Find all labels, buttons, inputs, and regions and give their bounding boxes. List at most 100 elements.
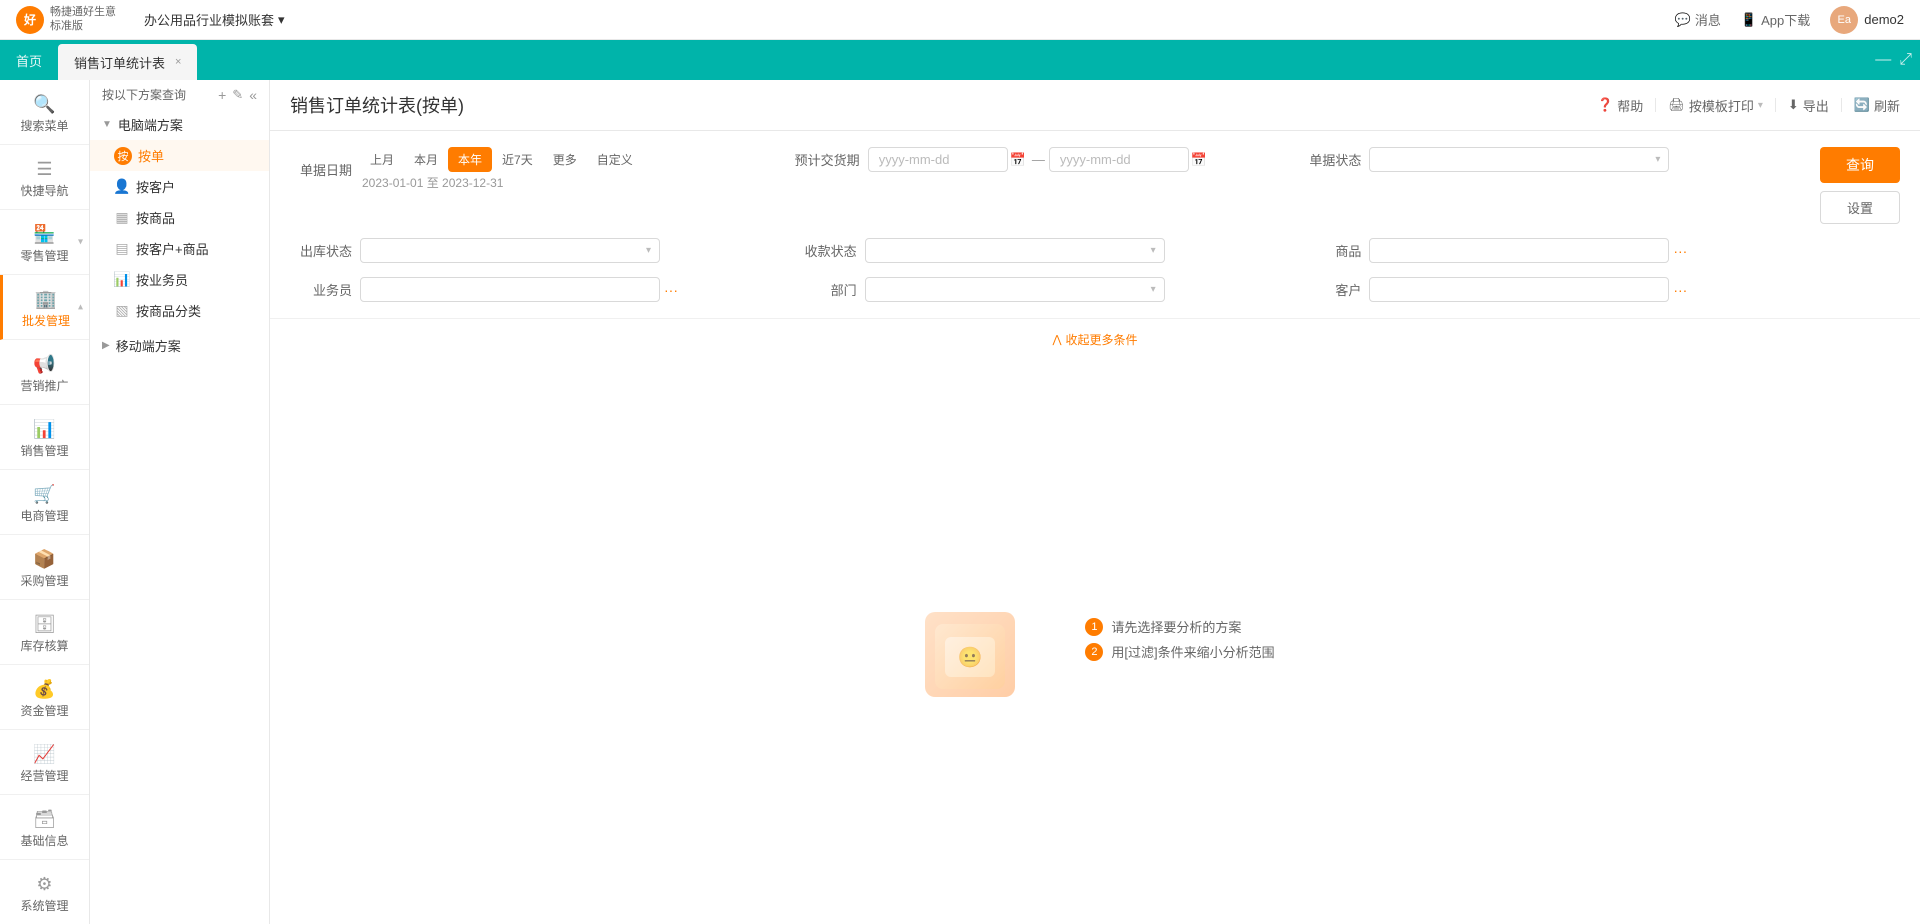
date-buttons: 上月 本月 本年 近7天 更多 自定义	[360, 147, 643, 172]
ship-status-select[interactable]: 全部 未出库 部分出库 已出库	[361, 239, 659, 262]
tab-sales-order[interactable]: 销售订单统计表 ×	[58, 44, 197, 80]
people-icon: 👤	[114, 179, 130, 195]
salesman-label: 业务员	[290, 280, 360, 299]
ship-status-group: 出库状态 全部 未出库 部分出库 已出库 ▾	[290, 238, 795, 263]
bar-icon: 📊	[114, 272, 130, 288]
payment-status-select[interactable]: 全部 未收款 部分收款 已收款	[866, 239, 1164, 262]
refresh-btn[interactable]: 🔄 刷新	[1854, 96, 1900, 115]
tree-item-by-goods[interactable]: ▦ 按商品	[90, 202, 269, 233]
help-btn[interactable]: ❓ 帮助	[1597, 96, 1643, 115]
date-controls: 上月 本月 本年 近7天 更多 自定义 2023-01-01 至 2023-12…	[360, 147, 643, 191]
tab-maximize-btn[interactable]: ⤢	[1899, 51, 1912, 69]
dept-select[interactable]: 全部	[866, 278, 1164, 301]
tree-item-by-salesman[interactable]: 📊 按业务员	[90, 264, 269, 295]
date-separator: —	[1032, 152, 1045, 167]
tab-home[interactable]: 首页	[0, 40, 58, 80]
status-filter-group: 单据状态 全部 草稿 审核中 已审核 ▾	[1299, 147, 1804, 172]
grid3-icon: ▧	[114, 303, 130, 319]
tree-item-by-customer-goods[interactable]: ▤ 按客户+商品	[90, 233, 269, 264]
tree-item-by-category[interactable]: ▧ 按商品分类	[90, 295, 269, 326]
sidebar-item-wholesale[interactable]: 🏢 批发管理 ▴	[0, 275, 89, 340]
customer-dots-btn[interactable]: ···	[1673, 282, 1687, 298]
sidebar-item-quicknav[interactable]: ☰ 快捷导航	[0, 145, 89, 210]
cal-icon-left[interactable]: 📅	[1010, 152, 1026, 168]
tree-section: ▼ 电脑端方案 按 按单 👤 按客户 ▦ 按商品 ▤ 按客户+商品 📊	[90, 109, 269, 326]
industry-selector[interactable]: 办公用品行业模拟账套 ▾	[144, 10, 285, 29]
sidebar-item-sales[interactable]: 📊 销售管理	[0, 405, 89, 470]
empty-step-1: 1 请先选择要分析的方案	[1085, 617, 1274, 636]
add-scheme-btn[interactable]: +	[218, 87, 226, 103]
main-layout: 🔍 搜索菜单 ☰ 快捷导航 🏪 零售管理 ▾ 🏢 批发管理 ▴ 📢 营销推广 📊…	[0, 80, 1920, 924]
collapse-panel-btn[interactable]: «	[249, 87, 257, 103]
panel-icons: + ✎ «	[218, 87, 257, 103]
customer-label: 客户	[1299, 280, 1369, 299]
print-btn[interactable]: 🖨 按模板打印 ▾	[1668, 96, 1763, 115]
goods-input[interactable]	[1369, 238, 1669, 263]
query-btn[interactable]: 查询	[1820, 147, 1900, 183]
tree-item-by-customer[interactable]: 👤 按客户	[90, 171, 269, 202]
prev-month-btn[interactable]: 上月	[360, 147, 404, 172]
message-btn[interactable]: 💬 消息	[1675, 10, 1721, 29]
status-select-wrapper: 全部 草稿 审核中 已审核 ▾	[1369, 147, 1669, 172]
tree-mobile-parent[interactable]: ▶ 移动端方案	[90, 330, 269, 361]
sidebar-item-purchase[interactable]: 📦 采购管理	[0, 535, 89, 600]
export-icon: ⬇	[1788, 97, 1799, 113]
sidebar-item-retail[interactable]: 🏪 零售管理 ▾	[0, 210, 89, 275]
box-face-icon: 😐	[958, 645, 983, 670]
cal-icon-right[interactable]: 📅	[1191, 152, 1207, 168]
top-bar-left: 好 畅捷通好生意 标准版 办公用品行业模拟账套 ▾	[16, 6, 285, 34]
app-download-btn[interactable]: 📱 App下载	[1741, 10, 1810, 29]
top-bar-right: 💬 消息 📱 App下载 Ea demo2	[1675, 6, 1904, 34]
more-btn[interactable]: 更多	[543, 147, 587, 172]
sidebar-item-search[interactable]: 🔍 搜索菜单	[0, 80, 89, 145]
delivery-end-input[interactable]	[1049, 147, 1189, 172]
edit-scheme-btn[interactable]: ✎	[232, 87, 243, 103]
step-1-num: 1	[1085, 618, 1103, 636]
filter-row-2: 出库状态 全部 未出库 部分出库 已出库 ▾ 收款状态	[290, 238, 1900, 263]
refresh-icon: 🔄	[1854, 97, 1870, 113]
action-buttons: 查询 设置	[1804, 147, 1900, 224]
dept-select-wrapper: 全部 ▾	[865, 277, 1165, 302]
salesman-input[interactable]	[360, 277, 660, 302]
tab-close-icon[interactable]: ×	[175, 56, 181, 68]
salesman-dots-btn[interactable]: ···	[664, 282, 678, 298]
sidebar-item-inventory[interactable]: 🗄 库存核算	[0, 600, 89, 665]
delivery-date-group: 预计交货期 📅 — 📅	[795, 147, 1300, 172]
tree-item-by-order[interactable]: 按 按单	[90, 140, 269, 171]
user-area[interactable]: Ea demo2	[1830, 6, 1904, 34]
tree-desktop-parent[interactable]: ▼ 电脑端方案	[90, 109, 269, 140]
export-btn[interactable]: ⬇ 导出	[1788, 96, 1829, 115]
logo-icon: 好	[16, 6, 44, 34]
date-range-text: 2023-01-01 至 2023-12-31	[362, 174, 643, 191]
delivery-start-input[interactable]	[868, 147, 1008, 172]
left-sub-panel: 按以下方案查询 + ✎ « ▼ 电脑端方案 按 按单 👤 按客户 ▦	[90, 80, 270, 924]
sidebar-item-ecommerce[interactable]: 🛒 电商管理	[0, 470, 89, 535]
delivery-date-label: 预计交货期	[795, 150, 868, 169]
status-select[interactable]: 全部 草稿 审核中 已审核	[1370, 148, 1668, 171]
goods-dots-btn[interactable]: ···	[1673, 243, 1687, 259]
logo-area: 好 畅捷通好生意 标准版	[16, 6, 116, 34]
tree-expand-icon: ▼	[102, 119, 112, 130]
this-year-btn[interactable]: 本年	[448, 147, 492, 172]
dropdown-arrow-icon: ▾	[278, 12, 285, 28]
payment-status-group: 收款状态 全部 未收款 部分收款 已收款 ▾	[795, 238, 1300, 263]
this-month-btn[interactable]: 本月	[404, 147, 448, 172]
logo-text: 畅捷通好生意 标准版	[50, 6, 116, 32]
sidebar-item-marketing[interactable]: 📢 营销推广	[0, 340, 89, 405]
help-icon: ❓	[1597, 97, 1613, 113]
7days-btn[interactable]: 近7天	[492, 147, 543, 172]
collapse-btn[interactable]: ⋀ 收起更多条件	[1044, 323, 1145, 356]
tab-bar: 首页 销售订单统计表 × — ⤢	[0, 40, 1920, 80]
page-title: 销售订单统计表(按单)	[290, 92, 464, 118]
print-icon: 🖨	[1668, 97, 1685, 113]
customer-input[interactable]	[1369, 277, 1669, 302]
empty-illustration: 😐	[915, 587, 1045, 697]
tab-minimize-btn[interactable]: —	[1875, 51, 1891, 69]
sidebar-item-system[interactable]: ⚙ 系统管理	[0, 860, 89, 924]
sidebar-item-base[interactable]: 🗃 基础信息	[0, 795, 89, 860]
setting-btn[interactable]: 设置	[1820, 191, 1900, 224]
sidebar-item-operation[interactable]: 📈 经营管理	[0, 730, 89, 795]
custom-btn[interactable]: 自定义	[587, 147, 643, 172]
sidebar-item-finance[interactable]: 💰 资金管理	[0, 665, 89, 730]
print-dropdown-icon: ▾	[1758, 100, 1763, 111]
